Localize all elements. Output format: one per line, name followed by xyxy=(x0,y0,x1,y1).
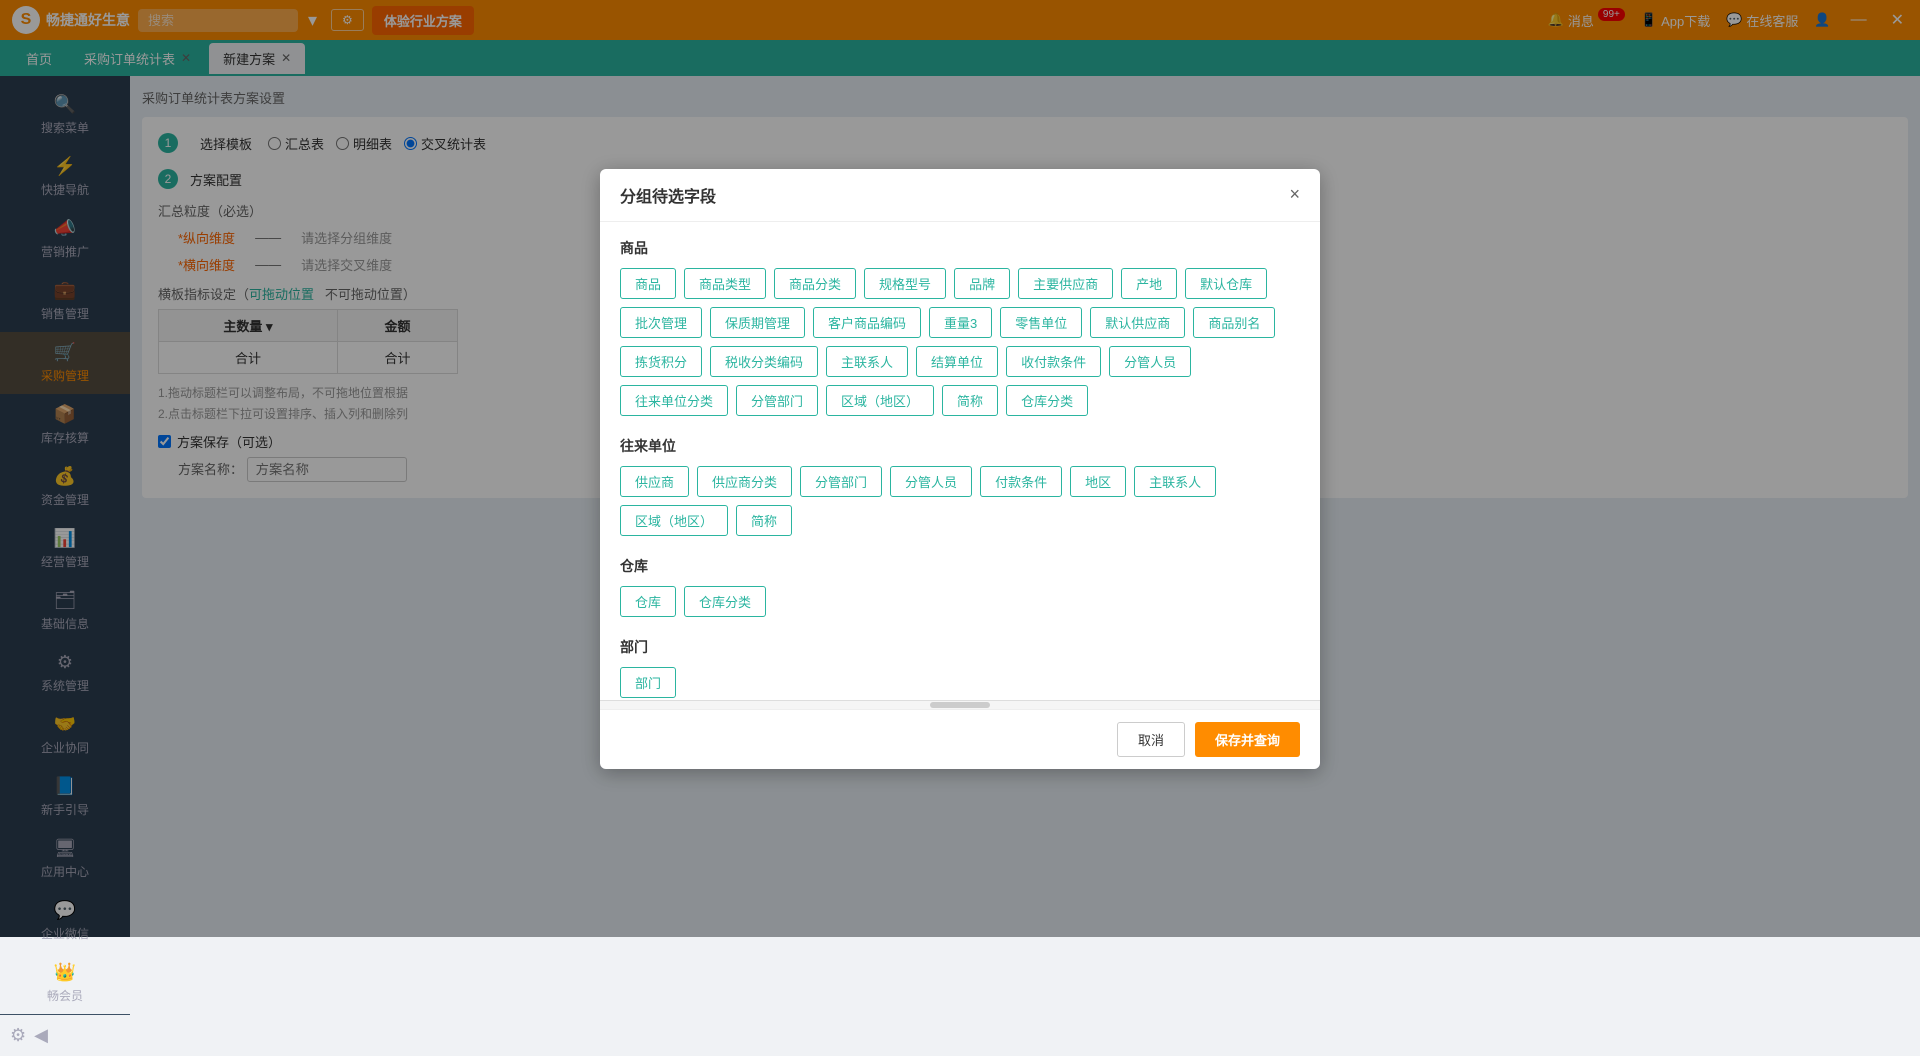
field-tags-goods: 商品 商品类型 商品分类 规格型号 品牌 主要供应商 产地 默认仓库 批次管理 … xyxy=(620,268,1300,416)
modal-overlay: 分组待选字段 × 商品 商品 商品类型 商品分类 规格型号 品牌 主要供应商 产… xyxy=(0,0,1920,937)
field-tag-weight3[interactable]: 重量3 xyxy=(929,307,992,338)
cancel-button[interactable]: 取消 xyxy=(1117,722,1185,757)
field-tag-supervisor[interactable]: 分管人员 xyxy=(1109,346,1191,377)
modal-close-button[interactable]: × xyxy=(1289,184,1300,205)
field-tag-main-contact[interactable]: 主联系人 xyxy=(826,346,908,377)
field-tag-warehouse-cat[interactable]: 仓库分类 xyxy=(684,586,766,617)
field-tag-pick-points[interactable]: 拣货积分 xyxy=(620,346,702,377)
modal-header: 分组待选字段 × xyxy=(600,169,1320,222)
modal: 分组待选字段 × 商品 商品 商品类型 商品分类 规格型号 品牌 主要供应商 产… xyxy=(600,169,1320,769)
field-tag-area[interactable]: 地区 xyxy=(1070,466,1126,497)
field-section-title-warehouse: 仓库 xyxy=(620,556,1300,576)
field-section-title-partner: 往来单位 xyxy=(620,436,1300,456)
modal-footer: 取消 保存并查询 xyxy=(600,709,1320,769)
sidebar-settings-icon[interactable]: ⚙ xyxy=(10,1025,26,1046)
field-tag-short-name[interactable]: 简称 xyxy=(942,385,998,416)
field-section-warehouse: 仓库 仓库 仓库分类 xyxy=(620,556,1300,617)
field-tag-dept[interactable]: 部门 xyxy=(620,667,676,698)
sidebar-bottom: ⚙ ◀ xyxy=(0,1014,130,1056)
field-tag-brand[interactable]: 品牌 xyxy=(954,268,1010,299)
field-section-partner: 往来单位 供应商 供应商分类 分管部门 分管人员 付款条件 地区 主联系人 区域… xyxy=(620,436,1300,536)
field-tag-spec-type[interactable]: 规格型号 xyxy=(864,268,946,299)
sidebar-label-member: 畅会员 xyxy=(47,987,83,1004)
field-section-dept: 部门 部门 xyxy=(620,637,1300,698)
field-tag-supplier[interactable]: 供应商 xyxy=(620,466,689,497)
field-tag-default-supplier[interactable]: 默认供应商 xyxy=(1090,307,1185,338)
field-tag-goods[interactable]: 商品 xyxy=(620,268,676,299)
field-tag-warehouse-category[interactable]: 仓库分类 xyxy=(1006,385,1088,416)
field-tag-payment-cond[interactable]: 付款条件 xyxy=(980,466,1062,497)
field-tag-default-warehouse[interactable]: 默认仓库 xyxy=(1185,268,1267,299)
field-tag-dept-managed[interactable]: 分管部门 xyxy=(736,385,818,416)
field-tag-retail-unit[interactable]: 零售单位 xyxy=(1000,307,1082,338)
field-tags-partner: 供应商 供应商分类 分管部门 分管人员 付款条件 地区 主联系人 区域（地区） … xyxy=(620,466,1300,536)
field-tag-goods-type[interactable]: 商品类型 xyxy=(684,268,766,299)
field-tag-goods-category[interactable]: 商品分类 xyxy=(774,268,856,299)
field-tag-region[interactable]: 区域（地区） xyxy=(826,385,934,416)
modal-hscrollbar[interactable] xyxy=(600,700,1320,708)
field-tag-batch-mgmt[interactable]: 批次管理 xyxy=(620,307,702,338)
field-tag-payment-terms[interactable]: 收付款条件 xyxy=(1006,346,1101,377)
sidebar-collapse-icon[interactable]: ◀ xyxy=(34,1025,48,1046)
hscroll-thumb xyxy=(930,702,990,708)
field-tag-main-contact2[interactable]: 主联系人 xyxy=(1134,466,1216,497)
field-tag-expiry-mgmt[interactable]: 保质期管理 xyxy=(710,307,805,338)
save-query-button[interactable]: 保存并查询 xyxy=(1195,722,1300,757)
field-tag-region2[interactable]: 区域（地区） xyxy=(620,505,728,536)
field-tags-warehouse: 仓库 仓库分类 xyxy=(620,586,1300,617)
modal-body[interactable]: 商品 商品 商品类型 商品分类 规格型号 品牌 主要供应商 产地 默认仓库 批次… xyxy=(600,222,1320,701)
field-tag-supervisor2[interactable]: 分管人员 xyxy=(890,466,972,497)
field-tag-customer-code[interactable]: 客户商品编码 xyxy=(813,307,921,338)
field-tag-dept2[interactable]: 分管部门 xyxy=(800,466,882,497)
field-tags-dept: 部门 xyxy=(620,667,1300,698)
field-tag-partner-category[interactable]: 往来单位分类 xyxy=(620,385,728,416)
field-tag-warehouse[interactable]: 仓库 xyxy=(620,586,676,617)
field-tag-settlement-unit[interactable]: 结算单位 xyxy=(916,346,998,377)
field-tag-alias[interactable]: 商品别名 xyxy=(1193,307,1275,338)
field-tag-tax-code[interactable]: 税收分类编码 xyxy=(710,346,818,377)
member-icon: 👑 xyxy=(54,962,76,983)
sidebar-item-member[interactable]: 👑 畅会员 xyxy=(0,952,130,1014)
modal-title: 分组待选字段 xyxy=(620,183,716,207)
field-tag-origin[interactable]: 产地 xyxy=(1121,268,1177,299)
field-section-title-dept: 部门 xyxy=(620,637,1300,657)
field-section-goods: 商品 商品 商品类型 商品分类 规格型号 品牌 主要供应商 产地 默认仓库 批次… xyxy=(620,238,1300,416)
field-tag-supplier-category[interactable]: 供应商分类 xyxy=(697,466,792,497)
field-section-title-goods: 商品 xyxy=(620,238,1300,258)
field-tag-main-supplier[interactable]: 主要供应商 xyxy=(1018,268,1113,299)
field-tag-short-name2[interactable]: 简称 xyxy=(736,505,792,536)
